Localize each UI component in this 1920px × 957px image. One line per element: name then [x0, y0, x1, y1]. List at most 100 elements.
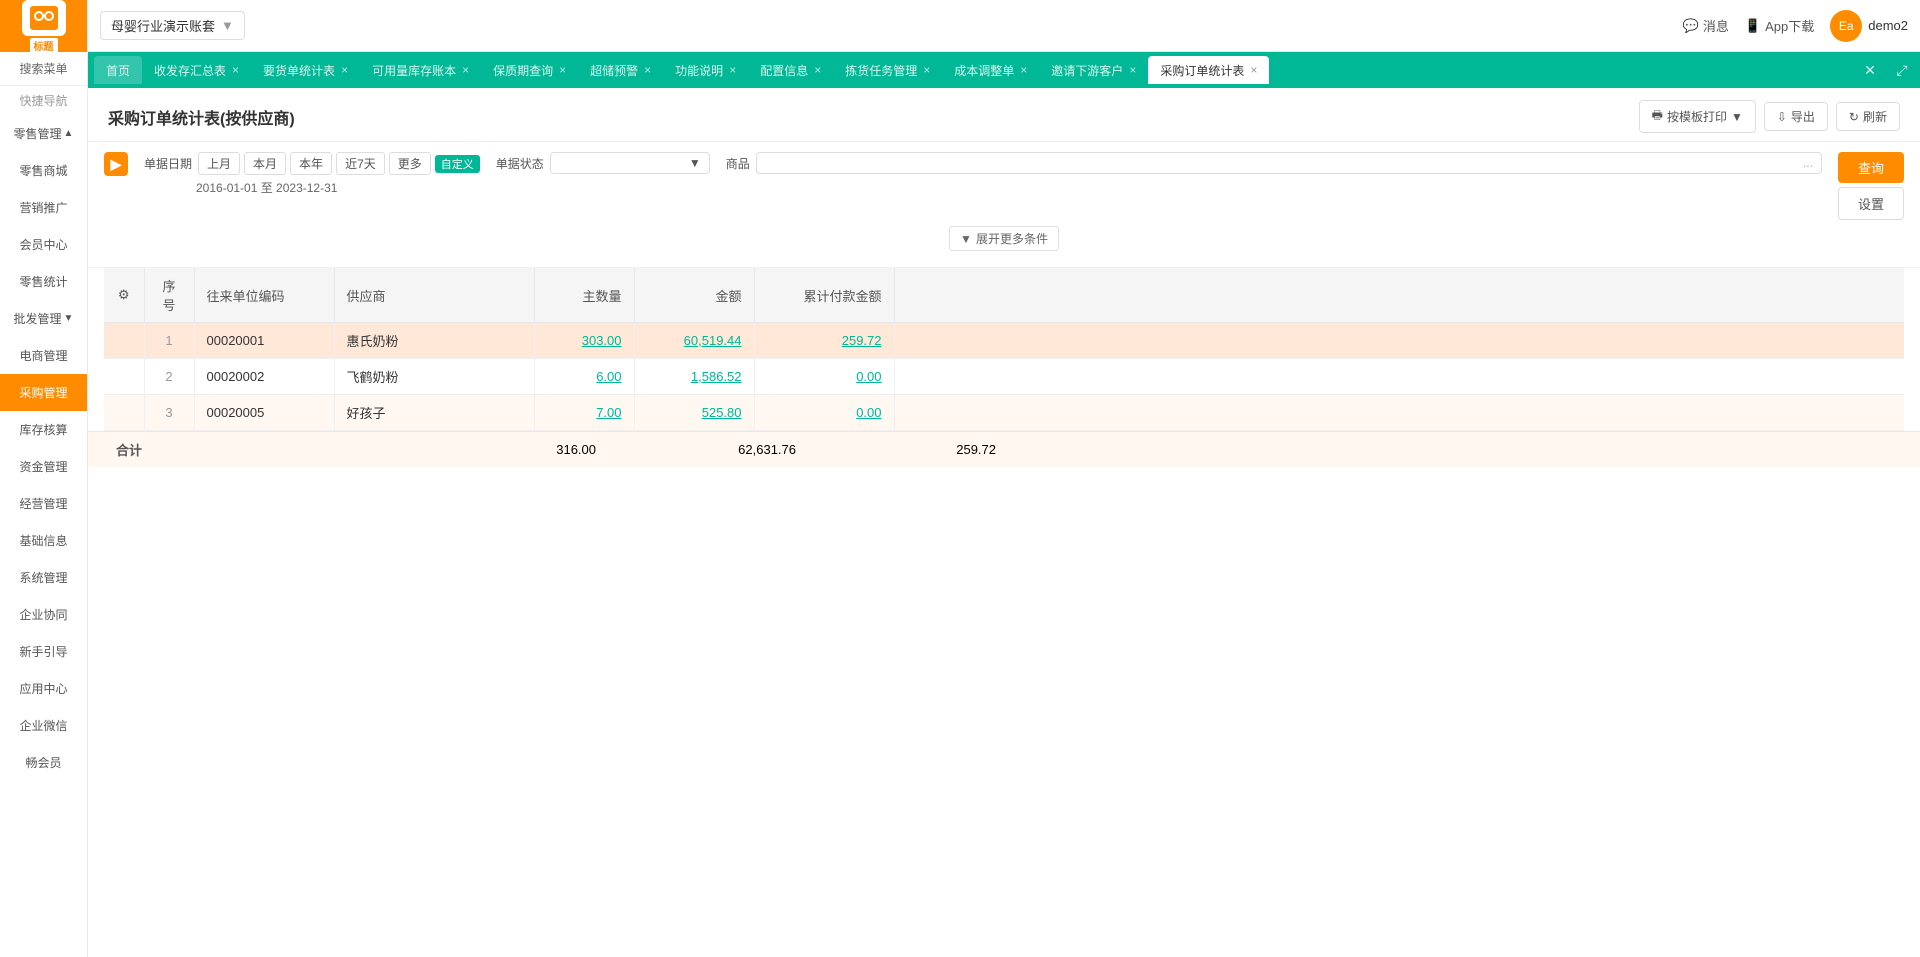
- cell-quantity-2[interactable]: 6.00: [534, 359, 634, 395]
- sidebar-item-retail-stat[interactable]: 零售统计: [0, 263, 87, 300]
- tab-chengben[interactable]: 成本调整单 ×: [942, 56, 1039, 84]
- col-amount: 金额: [634, 268, 754, 323]
- search-menu[interactable]: 搜索菜单: [0, 52, 87, 86]
- tab-gongneng-label: 功能说明: [675, 62, 723, 79]
- sidebar-item-purchase[interactable]: 采购管理: [0, 374, 87, 411]
- cell-supplier-1: 惠氏奶粉: [334, 323, 534, 359]
- tab-zhahuo[interactable]: 拣货任务管理 ×: [833, 56, 942, 84]
- sidebar-item-wechat-label: 企业微信: [19, 717, 67, 734]
- refresh-button[interactable]: ↻ 刷新: [1836, 102, 1900, 131]
- tab-caigou-close[interactable]: ×: [1250, 63, 1257, 77]
- tab-chengben-close[interactable]: ×: [1020, 63, 1027, 77]
- sidebar-item-newguide-label: 新手引导: [19, 643, 67, 660]
- sidebar-item-finance[interactable]: 资金管理: [0, 448, 87, 485]
- export-button[interactable]: ⇩ 导出: [1764, 102, 1828, 131]
- app-download-action[interactable]: 📱 App下载: [1745, 16, 1814, 35]
- status-select[interactable]: ▼: [550, 152, 710, 174]
- date-btn-last-month[interactable]: 上月: [198, 152, 240, 175]
- refresh-icon: ↻: [1849, 110, 1859, 124]
- setting-button[interactable]: 设置: [1838, 187, 1904, 220]
- tab-peizhi-label: 配置信息: [760, 62, 808, 79]
- tab-fullscreen-btn[interactable]: ⤢: [1890, 58, 1914, 82]
- logo[interactable]: 标题: [0, 0, 87, 52]
- more-filters-btn[interactable]: ▼ 展开更多条件: [949, 226, 1059, 251]
- cell-paid-3[interactable]: 0.00: [754, 395, 894, 431]
- sidebar-item-operation[interactable]: 经营管理: [0, 485, 87, 522]
- cell-amount-2[interactable]: 1,586.52: [634, 359, 754, 395]
- user-section[interactable]: Ea demo2: [1830, 10, 1908, 42]
- avatar[interactable]: Ea: [1830, 10, 1862, 42]
- sidebar-item-inventory[interactable]: 库存核算: [0, 411, 87, 448]
- tab-baozhi-close[interactable]: ×: [559, 63, 566, 77]
- retail-arrow-icon: ▲: [64, 128, 74, 139]
- tab-gongneng[interactable]: 功能说明 ×: [663, 56, 748, 84]
- tab-keyong-close[interactable]: ×: [462, 63, 469, 77]
- tab-close-all-btn[interactable]: ✕: [1858, 58, 1882, 82]
- sidebar-item-retail[interactable]: 零售管理 ▲: [0, 115, 87, 152]
- tab-peizhi-close[interactable]: ×: [814, 63, 821, 77]
- tab-baozhi[interactable]: 保质期查询 ×: [481, 56, 578, 84]
- tab-chaochun-label: 超储预警: [590, 62, 638, 79]
- date-shortcuts: 上月 本月 本年 近7天 更多 自定义: [198, 152, 480, 175]
- tab-shoufa-close[interactable]: ×: [232, 63, 239, 77]
- cell-paid-1[interactable]: 259.72: [754, 323, 894, 359]
- page-header: 采购订单统计表(按供应商) 🖶 按模板打印 ▼ ⇩ 导出 ↻ 刷新: [88, 88, 1920, 142]
- sidebar-item-appcenter-label: 应用中心: [19, 680, 67, 697]
- tab-home[interactable]: 首页: [94, 56, 142, 84]
- cell-amount-3[interactable]: 525.80: [634, 395, 754, 431]
- sidebar-item-appcenter[interactable]: 应用中心: [0, 670, 87, 707]
- sidebar-item-ecom[interactable]: 电商管理: [0, 337, 87, 374]
- goods-filter: 商品 ...: [726, 152, 1822, 174]
- app-download-label: App下载: [1765, 16, 1814, 35]
- table-row: 1 00020001 惠氏奶粉 303.00 60,519.44 259.72: [104, 323, 1904, 359]
- tab-yaoqing-close[interactable]: ×: [1129, 63, 1136, 77]
- sidebar-item-basic[interactable]: 基础信息: [0, 522, 87, 559]
- date-btn-more[interactable]: 更多: [389, 152, 431, 175]
- expand-filter-btn[interactable]: ▶: [104, 152, 128, 176]
- sidebar-item-ecom-label: 电商管理: [19, 347, 67, 364]
- query-button[interactable]: 查询: [1838, 152, 1904, 183]
- cell-quantity-3[interactable]: 7.00: [534, 395, 634, 431]
- tab-yaoqing[interactable]: 邀请下游客户 ×: [1039, 56, 1148, 84]
- sidebar-item-batch[interactable]: 批发管理 ▼: [0, 300, 87, 337]
- cell-setting-3: [104, 395, 144, 431]
- tab-yaohuo-close[interactable]: ×: [341, 63, 348, 77]
- cell-quantity-1[interactable]: 303.00: [534, 323, 634, 359]
- tab-chaochun[interactable]: 超储预警 ×: [578, 56, 663, 84]
- sidebar-item-member[interactable]: 会员中心: [0, 226, 87, 263]
- sidebar-item-newguide[interactable]: 新手引导: [0, 633, 87, 670]
- sidebar-item-retail-shop[interactable]: 零售商城: [0, 152, 87, 189]
- tab-zhahuo-close[interactable]: ×: [923, 63, 930, 77]
- tab-keyong-label: 可用量库存账本: [372, 62, 456, 79]
- sidebar-item-wechat[interactable]: 企业微信: [0, 707, 87, 744]
- setting-icon: ⚙: [118, 287, 130, 302]
- sidebar-item-operation-label: 经营管理: [19, 495, 67, 512]
- sidebar-item-marketing[interactable]: 营销推广: [0, 189, 87, 226]
- tab-keyong[interactable]: 可用量库存账本 ×: [360, 56, 481, 84]
- date-btn-this-month[interactable]: 本月: [244, 152, 286, 175]
- tab-chaochun-close[interactable]: ×: [644, 63, 651, 77]
- filter-area: ▶ 单据日期 上月 本月 本年 近7天 更多 自定义: [88, 142, 1920, 268]
- message-action[interactable]: 💬 消息: [1683, 16, 1729, 35]
- sidebar-item-batch-label: 批发管理: [14, 310, 62, 327]
- sidebar-item-member2-label: 畅会员: [25, 754, 61, 771]
- sidebar-item-system[interactable]: 系统管理: [0, 559, 87, 596]
- sidebar-item-member2[interactable]: 畅会员: [0, 744, 87, 781]
- topbar-right: 💬 消息 📱 App下载 Ea demo2: [1683, 10, 1908, 42]
- tab-shoufa[interactable]: 收发存汇总表 ×: [142, 56, 251, 84]
- cell-setting-2: [104, 359, 144, 395]
- tab-caigou[interactable]: 采购订单统计表 ×: [1148, 56, 1269, 84]
- goods-input[interactable]: ...: [756, 152, 1822, 174]
- sidebar-item-marketing-label: 营销推广: [19, 199, 67, 216]
- date-btn-this-year[interactable]: 本年: [290, 152, 332, 175]
- print-button[interactable]: 🖶 按模板打印 ▼: [1639, 100, 1756, 133]
- tab-gongneng-close[interactable]: ×: [729, 63, 736, 77]
- workspace-selector[interactable]: 母婴行业演示账套 ▼: [100, 11, 245, 40]
- cell-paid-2[interactable]: 0.00: [754, 359, 894, 395]
- date-btn-7days[interactable]: 近7天: [336, 152, 385, 175]
- sidebar-item-basic-label: 基础信息: [19, 532, 67, 549]
- tab-yaohuo[interactable]: 要货单统计表 ×: [251, 56, 360, 84]
- sidebar-item-enterprise[interactable]: 企业协同: [0, 596, 87, 633]
- cell-amount-1[interactable]: 60,519.44: [634, 323, 754, 359]
- tab-peizhi[interactable]: 配置信息 ×: [748, 56, 833, 84]
